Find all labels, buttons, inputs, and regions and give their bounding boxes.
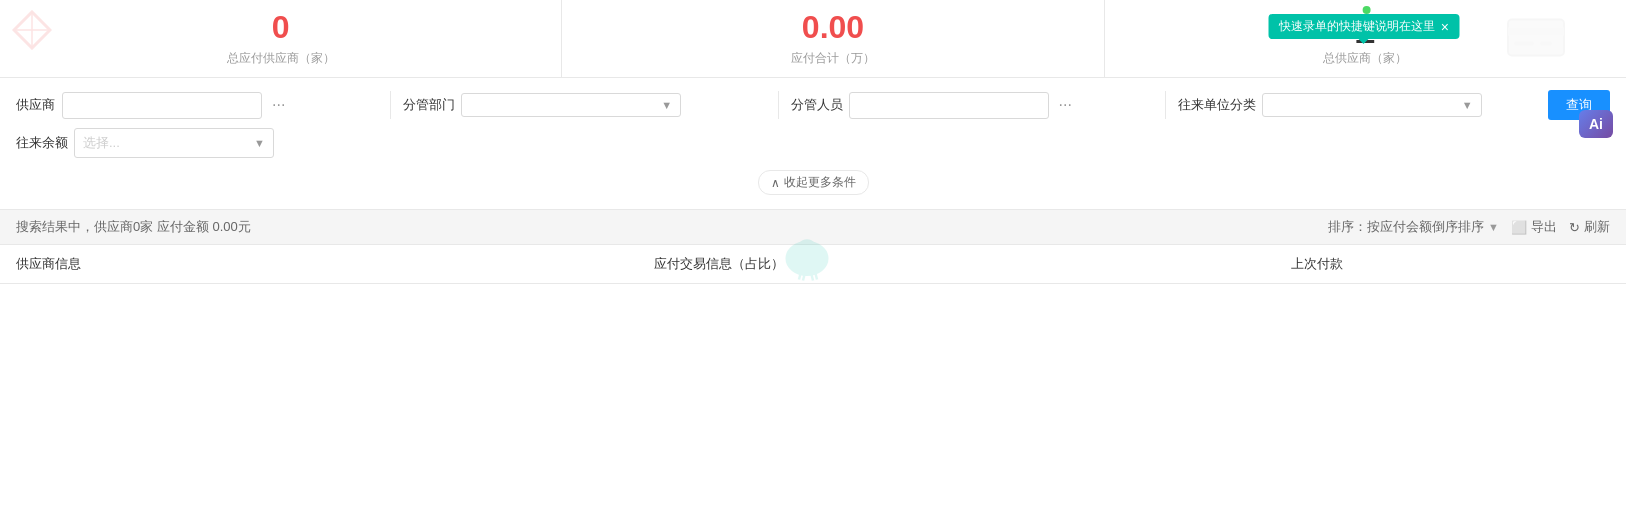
stat-payable-total-area: 0.00 应付合计（万） [562, 0, 1104, 77]
unit-class-filter-label: 往来单位分类 [1178, 96, 1256, 114]
person-filter-label: 分管人员 [791, 96, 843, 114]
tooltip-dot [1363, 6, 1371, 14]
balance-placeholder: 选择... [83, 134, 120, 152]
tooltip-text: 快速录单的快捷键说明在这里 [1279, 18, 1435, 35]
col-supplier-header: 供应商信息 [16, 255, 654, 273]
unit-class-select[interactable]: ▼ [1262, 93, 1482, 117]
person-input[interactable] [849, 92, 1049, 119]
stat-total-suppliers: 快速录单的快捷键说明在这里 × 0 总供应商（家） [1105, 0, 1626, 77]
tooltip-close-btn[interactable]: × [1441, 20, 1449, 34]
balance-filter-group: 往来余额 选择... ▼ [16, 128, 1610, 158]
payable-total-count: 0.00 [802, 10, 864, 45]
department-filter-group: 分管部门 ▼ [403, 93, 765, 117]
unit-class-chevron-icon: ▼ [1462, 99, 1473, 111]
filter-row-1: 供应商 ··· 分管部门 ▼ 分管人员 ··· 往来单位分类 ▼ [16, 90, 1610, 120]
svg-rect-11 [1514, 41, 1534, 45]
refresh-icon: ↻ [1569, 220, 1580, 235]
collapse-label: 收起更多条件 [784, 174, 856, 191]
stat-payable-suppliers: 0 总应付供应商（家） [0, 0, 562, 77]
unit-class-filter-group: 往来单位分类 ▼ [1178, 93, 1540, 117]
divider-3 [1165, 91, 1166, 119]
supplier-input[interactable] [62, 92, 262, 119]
svg-rect-10 [1508, 27, 1564, 35]
payable-suppliers-count: 0 [272, 10, 290, 45]
filter-row-2: 往来余额 选择... ▼ [16, 128, 1610, 158]
collapse-row: ∧ 收起更多条件 [16, 166, 1610, 201]
person-dots-btn[interactable]: ··· [1055, 96, 1076, 114]
payable-total-label: 应付合计（万） [791, 50, 875, 67]
total-suppliers-label: 总供应商（家） [1323, 50, 1407, 67]
sort-select[interactable]: 排序：按应付会额倒序排序 ▼ [1328, 218, 1499, 236]
filter-bar: 供应商 ··· 分管部门 ▼ 分管人员 ··· 往来单位分类 ▼ [0, 78, 1626, 210]
col-transaction-header: 应付交易信息（占比） [654, 255, 1292, 273]
supplier-filter-group: 供应商 ··· [16, 92, 378, 119]
department-chevron-icon: ▼ [661, 99, 672, 111]
supplier-filter-label: 供应商 [16, 96, 56, 114]
collapse-up-icon: ∧ [771, 176, 780, 190]
diamond-icon [12, 10, 52, 53]
refresh-label: 刷新 [1584, 218, 1610, 236]
department-filter-label: 分管部门 [403, 96, 455, 114]
sort-chevron-icon: ▼ [1488, 221, 1499, 233]
payable-total-stat: 0.00 应付合计（万） [791, 10, 875, 66]
ai-panel: Ai [1566, 110, 1626, 138]
balance-select[interactable]: 选择... ▼ [74, 128, 274, 158]
tooltip-container: 快速录单的快捷键说明在这里 × [1357, 6, 1371, 14]
divider-1 [390, 91, 391, 119]
results-actions: 排序：按应付会额倒序排序 ▼ ⬜ 导出 ↻ 刷新 [1328, 218, 1610, 236]
export-label: 导出 [1531, 218, 1557, 236]
table-content-area [0, 284, 1626, 515]
refresh-btn[interactable]: ↻ 刷新 [1569, 218, 1610, 236]
card-icon [1506, 17, 1566, 60]
payable-suppliers-label: 总应付供应商（家） [227, 50, 335, 67]
tooltip-bubble: 快速录单的快捷键说明在这里 × [1269, 14, 1459, 39]
supplier-dots-btn[interactable]: ··· [268, 96, 289, 114]
balance-chevron-icon: ▼ [254, 137, 265, 149]
department-select[interactable]: ▼ [461, 93, 681, 117]
collapse-btn[interactable]: ∧ 收起更多条件 [758, 170, 869, 195]
balance-filter-label: 往来余额 [16, 134, 68, 152]
ai-button[interactable]: Ai [1579, 110, 1613, 138]
export-btn[interactable]: ⬜ 导出 [1511, 218, 1557, 236]
svg-rect-12 [1540, 41, 1552, 45]
sort-label: 排序：按应付会额倒序排序 [1328, 218, 1484, 236]
svg-rect-9 [1508, 19, 1564, 55]
divider-2 [778, 91, 779, 119]
piggy-icon [777, 226, 837, 289]
stats-bar: 0 总应付供应商（家） 0.00 应付合计（万） 快速录单的快捷键说明在这 [0, 0, 1626, 78]
export-icon: ⬜ [1511, 220, 1527, 235]
results-summary: 搜索结果中，供应商0家 应付金额 0.00元 [16, 218, 251, 236]
col-lastpay-header: 上次付款 [1291, 255, 1610, 273]
svg-point-4 [816, 249, 826, 259]
person-filter-group: 分管人员 ··· [791, 92, 1153, 119]
